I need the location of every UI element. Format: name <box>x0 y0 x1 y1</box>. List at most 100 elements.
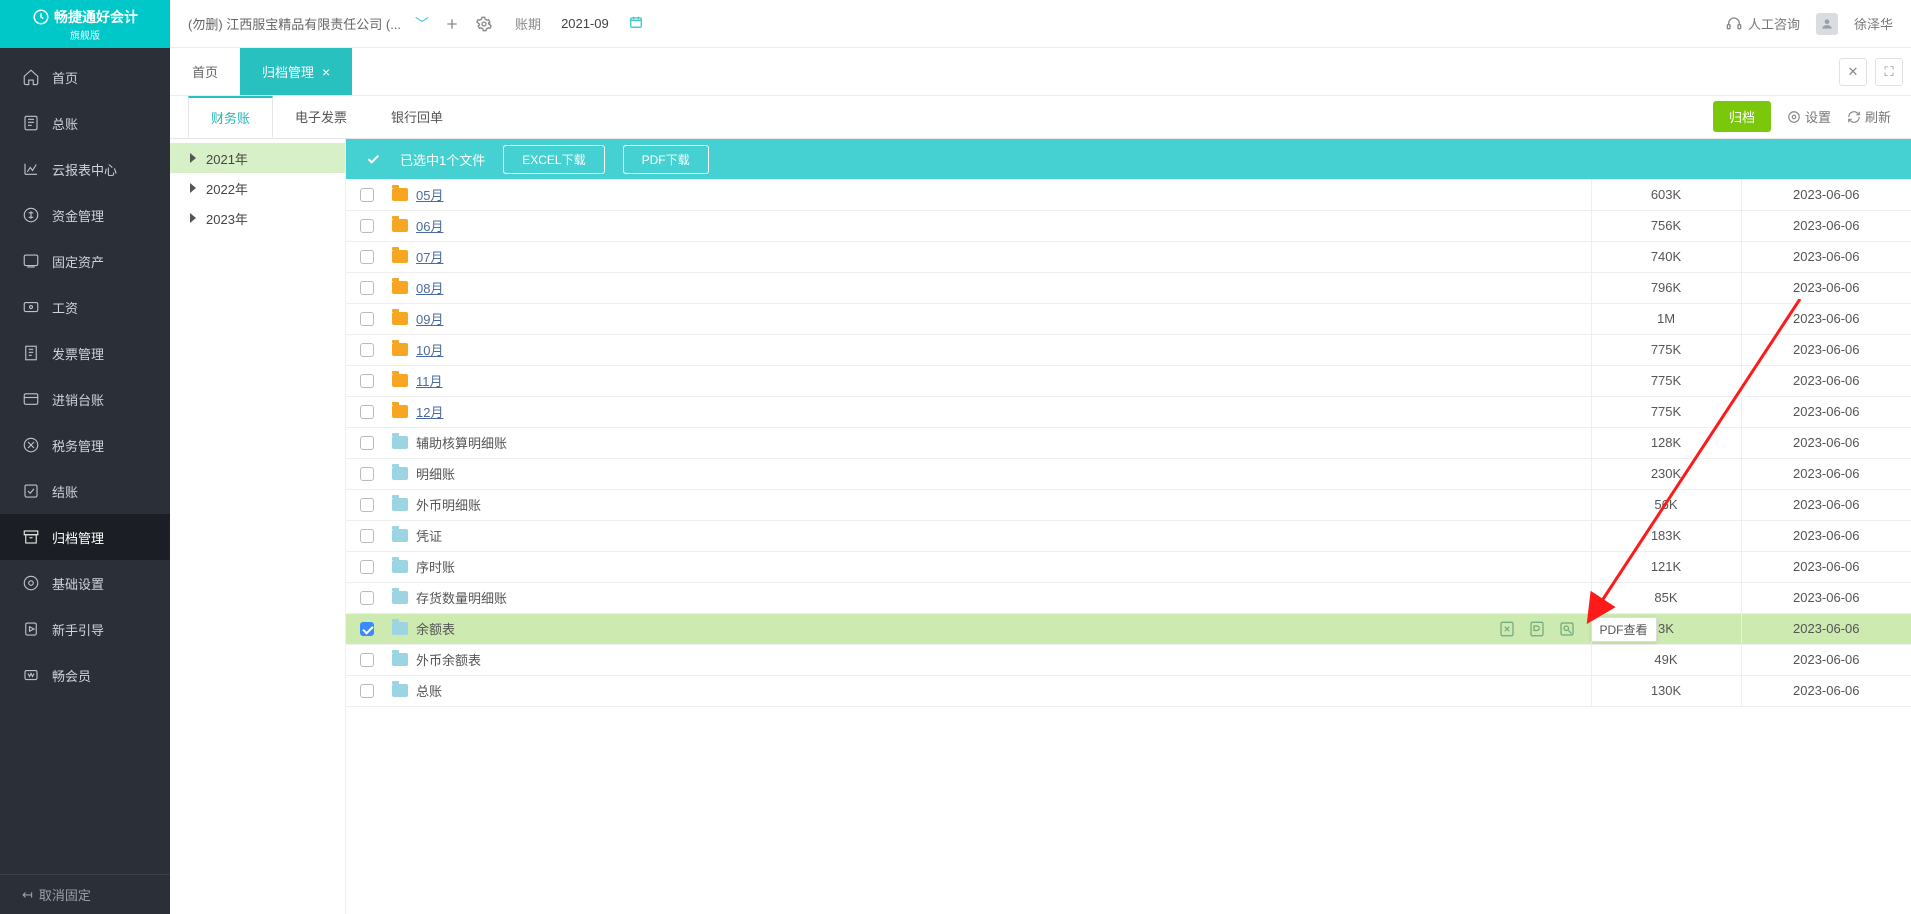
sidebar-item-label: 基础设置 <box>52 574 104 593</box>
date-cell: 2023-06-06 <box>1741 613 1911 644</box>
sidebar-item-guide[interactable]: 新手引导 <box>0 606 170 652</box>
subtab[interactable]: 银行回单 <box>369 96 465 138</box>
page-tab[interactable]: 首页 <box>170 48 240 95</box>
row-checkbox[interactable] <box>360 343 374 357</box>
table-row[interactable]: 辅助核算明细账 128K 2023-06-06 <box>346 427 1911 458</box>
table-row[interactable]: 存货数量明细账 85K 2023-06-06 <box>346 582 1911 613</box>
row-checkbox[interactable] <box>360 467 374 481</box>
company-selector[interactable]: (勿删) 江西服宝精品有限责任公司 (... <box>188 14 401 33</box>
excel-download-icon[interactable] <box>1497 619 1517 639</box>
period-value[interactable]: 2021-09 <box>561 16 609 31</box>
row-checkbox[interactable] <box>360 560 374 574</box>
folder-link[interactable]: 08月 <box>416 278 443 297</box>
row-checkbox[interactable] <box>360 188 374 202</box>
refresh-link[interactable]: 刷新 <box>1847 107 1891 126</box>
pdf-view-icon[interactable]: PDF查看 <box>1557 619 1577 639</box>
table-row[interactable]: 09月 1M 2023-06-06 <box>346 303 1911 334</box>
chevron-down-icon[interactable]: ﹀ <box>415 14 429 34</box>
fullscreen-button[interactable]: ⛶ <box>1875 58 1903 86</box>
folder-link[interactable]: 09月 <box>416 309 443 328</box>
sidebar-item-settings[interactable]: 基础设置 <box>0 560 170 606</box>
table-row[interactable]: 凭证 183K 2023-06-06 <box>346 520 1911 551</box>
row-checkbox[interactable] <box>360 622 374 636</box>
row-checkbox[interactable] <box>360 374 374 388</box>
row-checkbox[interactable] <box>360 281 374 295</box>
pdf-download-icon[interactable] <box>1527 619 1547 639</box>
folder-link[interactable]: 05月 <box>416 185 443 204</box>
table-row[interactable]: 总账 130K 2023-06-06 <box>346 675 1911 706</box>
date-cell: 2023-06-06 <box>1741 272 1911 303</box>
brand-edition: 旗舰版 <box>70 27 100 42</box>
file-name: 外币明细账 <box>416 495 481 514</box>
table-row[interactable]: 外币明细账 56K 2023-06-06 <box>346 489 1911 520</box>
folder-link[interactable]: 12月 <box>416 402 443 421</box>
username[interactable]: 徐泽华 <box>1854 14 1893 33</box>
close-tab-button[interactable]: ✕ <box>1839 58 1867 86</box>
date-cell: 2023-06-06 <box>1741 551 1911 582</box>
sidebar-item-vip[interactable]: 畅会员 <box>0 652 170 698</box>
settings-link[interactable]: 设置 <box>1787 107 1831 126</box>
consult-button[interactable]: 人工咨询 <box>1726 14 1800 33</box>
page-tabs: 首页归档管理× ✕ ⛶ <box>170 48 1911 96</box>
table-row[interactable]: 余额表 PDF查看 3K 2023-06-06 <box>346 613 1911 644</box>
sidebar-item-money[interactable]: 资金管理 <box>0 192 170 238</box>
archive-icon <box>22 528 40 546</box>
tree-year[interactable]: 2023年 <box>170 203 345 233</box>
table-row[interactable]: 07月 740K 2023-06-06 <box>346 241 1911 272</box>
page-tab[interactable]: 归档管理× <box>240 48 352 95</box>
row-checkbox[interactable] <box>360 684 374 698</box>
sidebar-item-salary[interactable]: 工资 <box>0 284 170 330</box>
money-icon <box>22 206 40 224</box>
sidebar-item-invoice[interactable]: 发票管理 <box>0 330 170 376</box>
file-name: 总账 <box>416 681 442 700</box>
row-checkbox[interactable] <box>360 498 374 512</box>
archive-button[interactable]: 归档 <box>1713 101 1771 132</box>
folder-link[interactable]: 10月 <box>416 340 443 359</box>
subtab[interactable]: 电子发票 <box>273 96 369 138</box>
close-period-icon <box>22 482 40 500</box>
sidebar-item-close-period[interactable]: 结账 <box>0 468 170 514</box>
salary-icon <box>22 298 40 316</box>
sidebar-item-archive[interactable]: 归档管理 <box>0 514 170 560</box>
sidebar-item-ledger[interactable]: 总账 <box>0 100 170 146</box>
add-icon[interactable] <box>443 15 461 33</box>
table-row[interactable]: 外币余额表 49K 2023-06-06 <box>346 644 1911 675</box>
pin-toggle[interactable]: ↤ 取消固定 <box>0 874 170 914</box>
tree-year[interactable]: 2021年 <box>170 143 345 173</box>
row-checkbox[interactable] <box>360 529 374 543</box>
row-checkbox[interactable] <box>360 436 374 450</box>
sidebar-item-tax[interactable]: 税务管理 <box>0 422 170 468</box>
excel-download-button[interactable]: EXCEL下载 <box>503 145 604 174</box>
row-checkbox[interactable] <box>360 405 374 419</box>
table-row[interactable]: 序时账 121K 2023-06-06 <box>346 551 1911 582</box>
table-row[interactable]: 10月 775K 2023-06-06 <box>346 334 1911 365</box>
row-checkbox[interactable] <box>360 219 374 233</box>
sidebar-item-chart[interactable]: 云报表中心 <box>0 146 170 192</box>
table-row[interactable]: 06月 756K 2023-06-06 <box>346 210 1911 241</box>
pdf-download-button[interactable]: PDF下载 <box>623 145 709 174</box>
row-checkbox[interactable] <box>360 312 374 326</box>
date-cell: 2023-06-06 <box>1741 303 1911 334</box>
tree-year[interactable]: 2022年 <box>170 173 345 203</box>
table-row[interactable]: 05月 603K 2023-06-06 <box>346 179 1911 210</box>
folder-link[interactable]: 07月 <box>416 247 443 266</box>
sidebar-item-inout[interactable]: 进销台账 <box>0 376 170 422</box>
table-row[interactable]: 12月 775K 2023-06-06 <box>346 396 1911 427</box>
avatar[interactable] <box>1816 13 1838 35</box>
sidebar-item-asset[interactable]: 固定资产 <box>0 238 170 284</box>
gear-icon[interactable] <box>475 15 493 33</box>
folder-link[interactable]: 11月 <box>416 371 443 390</box>
sidebar-item-home[interactable]: 首页 <box>0 54 170 100</box>
refresh-label: 刷新 <box>1865 107 1891 126</box>
calendar-icon[interactable] <box>629 15 643 32</box>
folder-link[interactable]: 06月 <box>416 216 443 235</box>
table-row[interactable]: 08月 796K 2023-06-06 <box>346 272 1911 303</box>
row-checkbox[interactable] <box>360 250 374 264</box>
row-checkbox[interactable] <box>360 653 374 667</box>
close-icon[interactable]: × <box>322 64 330 80</box>
subtab[interactable]: 财务账 <box>188 96 273 138</box>
table-row[interactable]: 11月 775K 2023-06-06 <box>346 365 1911 396</box>
row-checkbox[interactable] <box>360 591 374 605</box>
asset-icon <box>22 252 40 270</box>
table-row[interactable]: 明细账 230K 2023-06-06 <box>346 458 1911 489</box>
